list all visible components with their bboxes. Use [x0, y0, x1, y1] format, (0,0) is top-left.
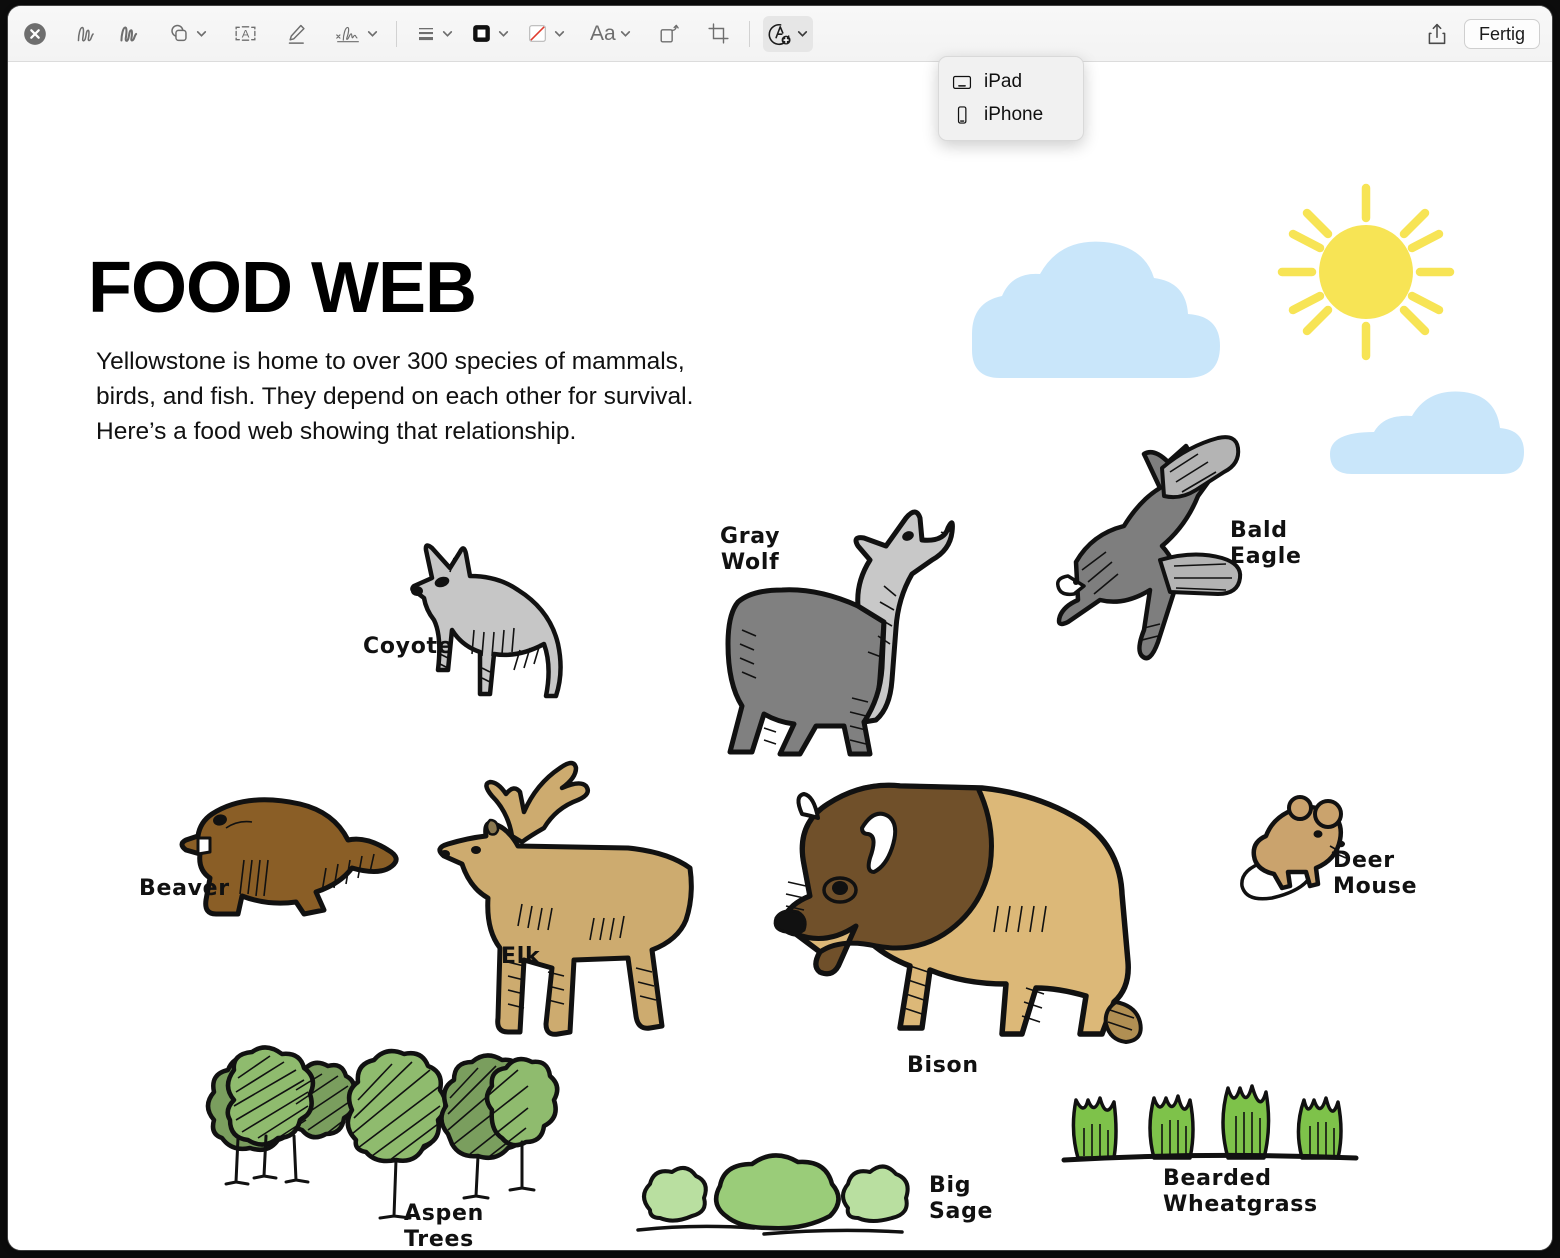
fill-color-button[interactable]: [521, 16, 570, 52]
popover-item-ipad-label: iPad: [984, 71, 1023, 92]
popover-item-iphone-label: iPhone: [984, 104, 1044, 125]
chevron-down-icon: [554, 31, 565, 37]
beaver-illustration: [179, 797, 399, 917]
draw-tool-button[interactable]: [111, 16, 147, 52]
sketch-tool-button[interactable]: [68, 16, 104, 52]
line-weight-button[interactable]: [410, 16, 458, 52]
device-source-popover: iPad iPhone: [938, 56, 1084, 141]
chevron-down-icon: [442, 31, 453, 37]
page-body-text: Yellowstone is home to over 300 species …: [96, 348, 694, 445]
toolbar-divider-1: [396, 20, 397, 47]
chevron-down-icon: [196, 31, 207, 37]
toolbar-divider-2: [748, 20, 750, 47]
ipad-icon: [952, 75, 972, 89]
cloud-illustration-left: [972, 241, 1220, 378]
annotate-device-button[interactable]: [762, 15, 813, 52]
iphone-icon: [957, 105, 967, 124]
sun-illustration: [1277, 183, 1455, 361]
big-sage-illustration: [636, 1153, 910, 1236]
label-beaver: Beaver: [139, 876, 230, 901]
popover-item-ipad[interactable]: iPad: [939, 65, 1083, 98]
coyote-illustration: [410, 543, 563, 699]
text-style-label: Aa: [590, 21, 616, 45]
bison-illustration: [773, 782, 1143, 1044]
popover-item-iphone[interactable]: iPhone: [939, 98, 1083, 131]
label-elk: Elk: [501, 944, 541, 969]
text-style-button[interactable]: Aa: [586, 16, 636, 52]
signature-tool-button[interactable]: [329, 16, 383, 52]
done-button-label: Fertig: [1478, 23, 1525, 44]
crop-button[interactable]: [702, 16, 736, 52]
label-coyote: Coyote: [363, 634, 454, 659]
done-button[interactable]: Fertig: [1463, 18, 1540, 49]
document-canvas[interactable]: FOOD WEB Yellowstone is home to over 300…: [8, 62, 1552, 1250]
page-title: FOOD WEB: [88, 248, 477, 328]
label-bald-eagle: Bald Eagle: [1230, 518, 1302, 569]
chevron-down-icon: [367, 31, 378, 37]
label-gray-wolf: Gray Wolf: [720, 524, 781, 575]
aspen-trees-illustration: [205, 1045, 560, 1220]
markup-window: A Aa Fertig iPad iPhone FOOD WEB Yellows…: [8, 6, 1552, 1250]
label-bearded-wheatgrass: Bearded Wheatgrass: [1163, 1166, 1318, 1217]
label-big-sage: Big Sage: [929, 1173, 994, 1224]
label-deer-mouse: Deer Mouse: [1333, 848, 1418, 899]
shapes-tool-button[interactable]: [163, 16, 212, 52]
chevron-down-icon: [797, 31, 807, 37]
sketch-close-button[interactable]: [18, 16, 52, 52]
chevron-down-icon: [498, 31, 509, 37]
border-color-button[interactable]: [465, 16, 514, 52]
share-button[interactable]: [1420, 16, 1454, 52]
text-tool-button[interactable]: A: [228, 16, 263, 52]
markup-toolbar: A Aa Fertig: [8, 6, 1552, 62]
elk-illustration: [437, 760, 694, 1037]
cloud-illustration-right: [1330, 391, 1524, 474]
rotate-button[interactable]: [652, 16, 686, 52]
label-aspen-trees: Aspen Trees: [404, 1201, 484, 1250]
label-bison: Bison: [907, 1053, 979, 1078]
highlight-tool-button[interactable]: [279, 16, 313, 52]
svg-text:A: A: [242, 29, 250, 41]
chevron-down-icon: [620, 31, 630, 37]
